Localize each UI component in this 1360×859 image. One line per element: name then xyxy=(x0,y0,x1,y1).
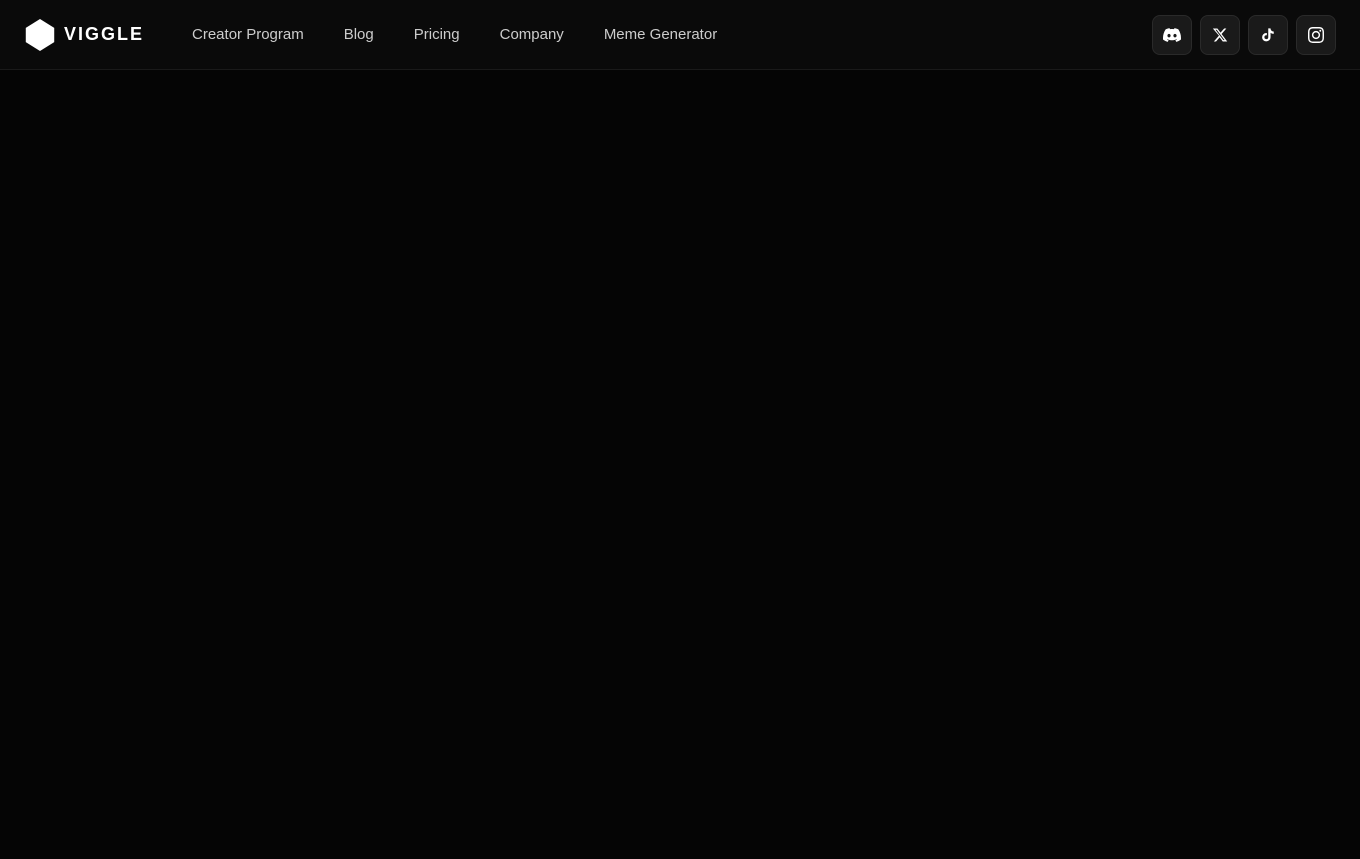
nav-links: Creator Program Blog Pricing Company Mem… xyxy=(176,18,733,51)
twitter-button[interactable] xyxy=(1200,15,1240,55)
tiktok-icon xyxy=(1260,27,1276,43)
navbar-left: VIGGLE Creator Program Blog Pricing Comp… xyxy=(24,18,733,51)
nav-item-blog[interactable]: Blog xyxy=(328,18,390,51)
discord-button[interactable] xyxy=(1152,15,1192,55)
nav-item-meme-generator[interactable]: Meme Generator xyxy=(588,18,733,51)
instagram-button[interactable] xyxy=(1296,15,1336,55)
discord-icon xyxy=(1163,26,1181,44)
logo-text: VIGGLE xyxy=(64,24,144,45)
nav-item-pricing[interactable]: Pricing xyxy=(398,18,476,51)
twitter-x-icon xyxy=(1212,27,1228,43)
navbar-right xyxy=(1152,15,1336,55)
main-content xyxy=(0,70,1360,859)
navbar: VIGGLE Creator Program Blog Pricing Comp… xyxy=(0,0,1360,70)
instagram-icon xyxy=(1308,27,1324,43)
tiktok-button[interactable] xyxy=(1248,15,1288,55)
viggle-logo-icon xyxy=(24,19,56,51)
logo[interactable]: VIGGLE xyxy=(24,19,144,51)
nav-item-creator-program[interactable]: Creator Program xyxy=(176,18,320,51)
nav-item-company[interactable]: Company xyxy=(484,18,580,51)
